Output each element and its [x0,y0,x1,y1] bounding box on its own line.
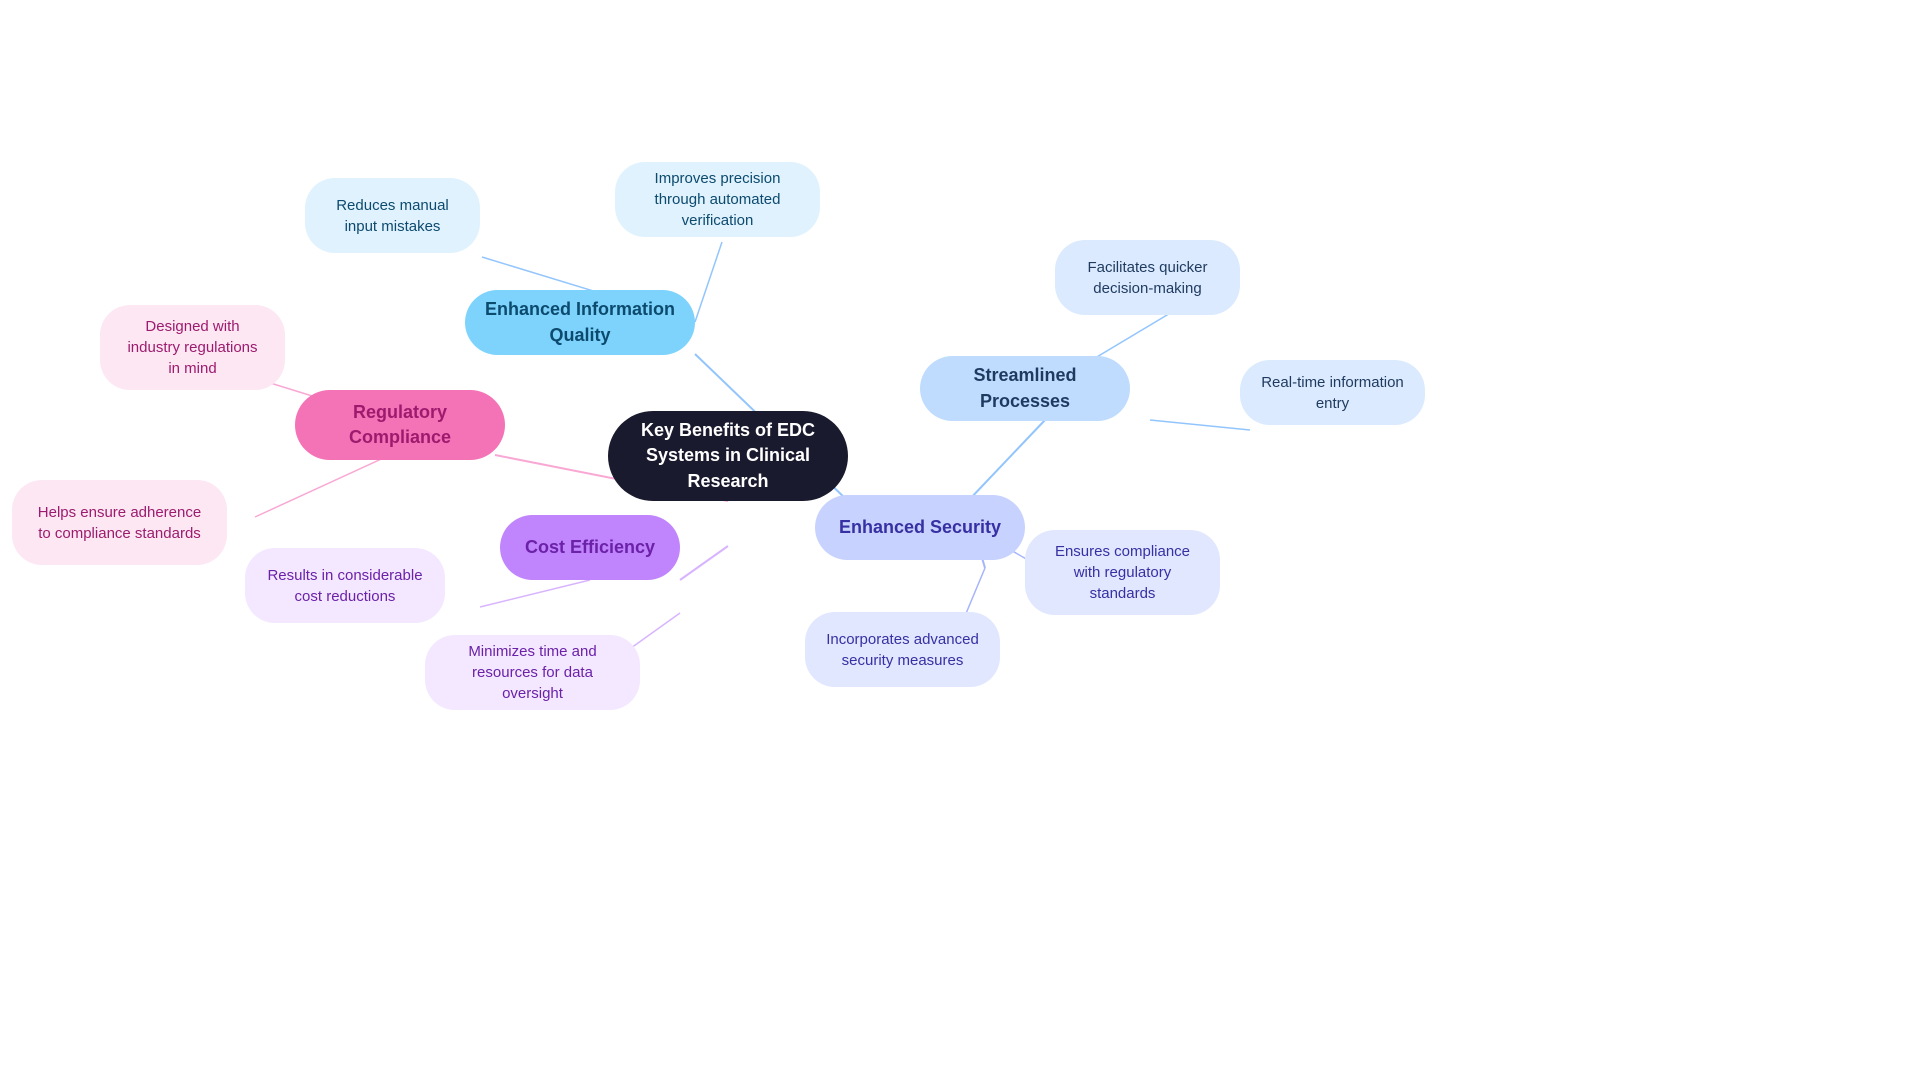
industry-regulations-node: Designed with industry regulations in mi… [100,305,285,390]
reg-compliance-node: Regulatory Compliance [295,390,505,460]
security-node: Enhanced Security [815,495,1025,560]
advanced-security-node: Incorporates advanced security measures [805,612,1000,687]
reduces-manual-input-node: Reduces manual input mistakes [305,178,480,253]
cost-reductions-node: Results in considerable cost reductions [245,548,445,623]
streamlined-node: Streamlined Processes [920,356,1130,421]
info-quality-node: Enhanced Information Quality [465,290,695,355]
mind-map: Key Benefits of EDC Systems in Clinical … [0,0,1920,1083]
minimizes-time-node: Minimizes time and resources for data ov… [425,635,640,710]
center-node: Key Benefits of EDC Systems in Clinical … [608,411,848,501]
cost-efficiency-node: Cost Efficiency [500,515,680,580]
realtime-entry-node: Real-time information entry [1240,360,1425,425]
improves-precision-node: Improves precision through automated ver… [615,162,820,237]
reg-standards-node: Ensures compliance with regulatory stand… [1025,530,1220,615]
compliance-adherence-node: Helps ensure adherence to compliance sta… [12,480,227,565]
facilitates-decision-node: Facilitates quicker decision-making [1055,240,1240,315]
